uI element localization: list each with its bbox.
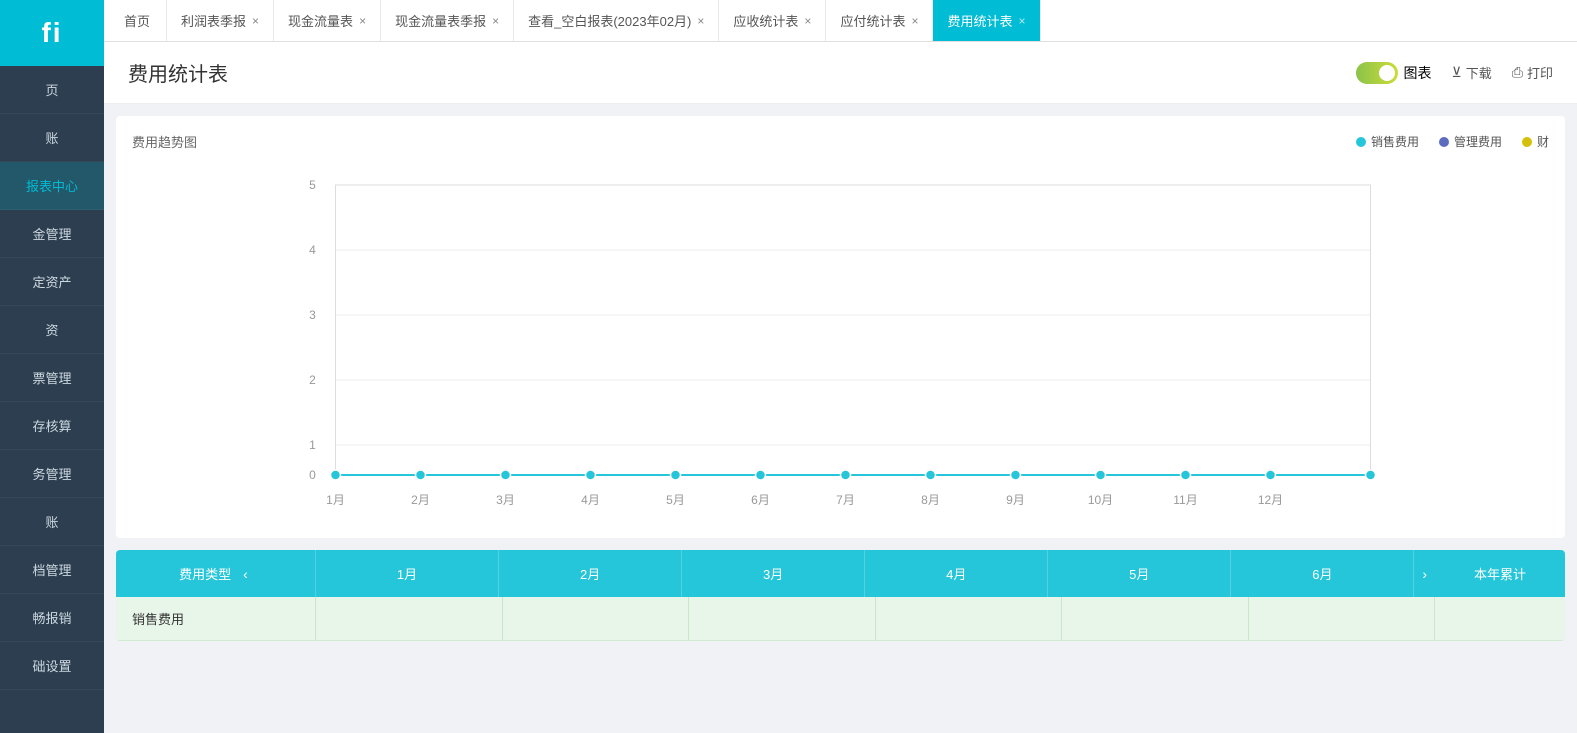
prev-months-button[interactable]: ‹ xyxy=(239,566,252,582)
td-sales-m2 xyxy=(503,597,690,640)
chart-toggle-wrap: 图表 xyxy=(1356,62,1432,84)
th-month-5: 5月 xyxy=(1048,550,1231,597)
tab-profit[interactable]: 利润表季报 × xyxy=(167,0,274,41)
legend-dot-sales xyxy=(1356,137,1366,147)
tab-payable[interactable]: 应付统计表 × xyxy=(826,0,933,41)
sidebar-item-files[interactable]: 档管理 xyxy=(0,546,104,594)
sidebar-item-assets[interactable]: 资 xyxy=(0,306,104,354)
legend-finance: 财 xyxy=(1522,133,1549,150)
th-type: 费用类型 ‹ xyxy=(116,550,316,597)
td-sales-total xyxy=(1435,597,1565,640)
th-month-4: 4月 xyxy=(865,550,1048,597)
svg-text:3月: 3月 xyxy=(496,493,515,507)
table-row: 销售费用 xyxy=(116,597,1565,641)
svg-text:3: 3 xyxy=(309,308,316,322)
chart-svg-wrap: 5 4 3 2 1 0 xyxy=(132,159,1549,522)
sidebar-item-fixed-assets[interactable]: 定资产 xyxy=(0,258,104,306)
tab-close-cashflow-q[interactable]: × xyxy=(492,14,499,28)
svg-text:7月: 7月 xyxy=(836,493,855,507)
legend-admin: 管理费用 xyxy=(1439,133,1502,150)
sidebar-item-invoices[interactable]: 票管理 xyxy=(0,354,104,402)
td-sales-m4 xyxy=(876,597,1063,640)
svg-text:2: 2 xyxy=(309,373,316,387)
chart-toggle[interactable] xyxy=(1356,62,1398,84)
sidebar-item-services[interactable]: 务管理 xyxy=(0,450,104,498)
tab-close-payable[interactable]: × xyxy=(911,14,918,28)
tab-close-profit[interactable]: × xyxy=(252,14,259,28)
tab-close-expense[interactable]: × xyxy=(1018,14,1025,28)
svg-text:6月: 6月 xyxy=(751,493,770,507)
svg-text:10月: 10月 xyxy=(1088,493,1113,507)
expense-table: 费用类型 ‹ 1月 2月 3月 4月 5月 6月 › 本年累计 销售费用 xyxy=(116,550,1565,641)
svg-text:0: 0 xyxy=(309,468,316,482)
tab-home[interactable]: 首页 xyxy=(108,0,167,41)
legend-label-admin: 管理费用 xyxy=(1454,133,1502,150)
page-title: 费用统计表 xyxy=(128,58,228,87)
chart-title: 费用趋势图 xyxy=(132,132,197,151)
th-month-1: 1月 xyxy=(316,550,499,597)
svg-text:2月: 2月 xyxy=(411,493,430,507)
svg-text:1: 1 xyxy=(309,438,316,452)
td-sales-m1 xyxy=(316,597,503,640)
legend-sales: 销售费用 xyxy=(1356,133,1419,150)
sidebar-logo: fi xyxy=(0,0,104,66)
sidebar-item-settings[interactable]: 础设置 xyxy=(0,642,104,690)
th-month-2: 2月 xyxy=(499,550,682,597)
legend-dot-finance xyxy=(1522,137,1532,147)
sidebar-item-ledger[interactable]: 账 xyxy=(0,498,104,546)
main-area: 首页 利润表季报 × 现金流量表 × 现金流量表季报 × 查看_空白报表(202… xyxy=(104,0,1577,733)
sidebar: fi 页 账 报表中心 金管理 定资产 资 票管理 存核算 务管理 账 档管理 … xyxy=(0,0,104,733)
tab-cashflow[interactable]: 现金流量表 × xyxy=(274,0,381,41)
svg-text:5: 5 xyxy=(309,178,316,192)
tab-bar: 首页 利润表季报 × 现金流量表 × 现金流量表季报 × 查看_空白报表(202… xyxy=(104,0,1577,42)
content-area: 费用统计表 图表 ⊻ 下载 ⎙ 打印 费用趋势图 xyxy=(104,42,1577,733)
tab-expense[interactable]: 费用统计表 × xyxy=(933,0,1040,41)
chart-header: 费用趋势图 销售费用 管理费用 财 xyxy=(132,132,1549,151)
tab-cashflow-q[interactable]: 现金流量表季报 × xyxy=(381,0,514,41)
legend-label-finance: 财 xyxy=(1537,133,1549,150)
chart-toggle-label: 图表 xyxy=(1404,63,1432,83)
tab-close-blank[interactable]: × xyxy=(697,14,704,28)
svg-text:11月: 11月 xyxy=(1173,493,1197,507)
td-sales-m5 xyxy=(1062,597,1249,640)
chart-container: 费用趋势图 销售费用 管理费用 财 xyxy=(116,116,1565,538)
header-actions: 图表 ⊻ 下载 ⎙ 打印 xyxy=(1356,62,1553,84)
svg-text:5月: 5月 xyxy=(666,493,685,507)
table-body: 销售费用 xyxy=(116,597,1565,641)
tab-close-cashflow[interactable]: × xyxy=(359,14,366,28)
svg-text:1月: 1月 xyxy=(326,493,345,507)
td-sales-m6 xyxy=(1249,597,1436,640)
next-months-button[interactable]: › xyxy=(1414,550,1435,597)
sidebar-item-capital[interactable]: 金管理 xyxy=(0,210,104,258)
sidebar-item-sales[interactable]: 畅报销 xyxy=(0,594,104,642)
td-type-sales: 销售费用 xyxy=(116,597,316,640)
download-icon: ⊻ xyxy=(1452,64,1462,81)
print-icon: ⎙ xyxy=(1512,64,1523,81)
tab-blank-report[interactable]: 查看_空白报表(2023年02月) × xyxy=(514,0,719,41)
page-header: 费用统计表 图表 ⊻ 下载 ⎙ 打印 xyxy=(104,42,1577,104)
svg-text:12月: 12月 xyxy=(1258,493,1283,507)
th-month-3: 3月 xyxy=(682,550,865,597)
svg-text:4月: 4月 xyxy=(581,493,600,507)
chart-svg: 5 4 3 2 1 0 xyxy=(132,159,1549,519)
svg-text:9月: 9月 xyxy=(1006,493,1025,507)
table-header: 费用类型 ‹ 1月 2月 3月 4月 5月 6月 › 本年累计 xyxy=(116,550,1565,597)
sidebar-item-reports[interactable]: 报表中心 xyxy=(0,162,104,210)
sidebar-item-home[interactable]: 页 xyxy=(0,66,104,114)
th-month-6: 6月 xyxy=(1231,550,1414,597)
legend-dot-admin xyxy=(1439,137,1449,147)
legend-label-sales: 销售费用 xyxy=(1371,133,1419,150)
tab-close-receivable[interactable]: × xyxy=(804,14,811,28)
download-button[interactable]: ⊻ 下载 xyxy=(1452,63,1492,82)
print-button[interactable]: ⎙ 打印 xyxy=(1512,63,1553,82)
th-total: 本年累计 xyxy=(1435,550,1565,597)
svg-text:4: 4 xyxy=(309,243,316,257)
svg-text:8月: 8月 xyxy=(921,493,940,507)
sidebar-item-inventory[interactable]: 存核算 xyxy=(0,402,104,450)
tab-receivable[interactable]: 应收统计表 × xyxy=(719,0,826,41)
chart-legend: 销售费用 管理费用 财 xyxy=(1356,133,1549,150)
sidebar-item-accounts[interactable]: 账 xyxy=(0,114,104,162)
td-sales-m3 xyxy=(689,597,876,640)
